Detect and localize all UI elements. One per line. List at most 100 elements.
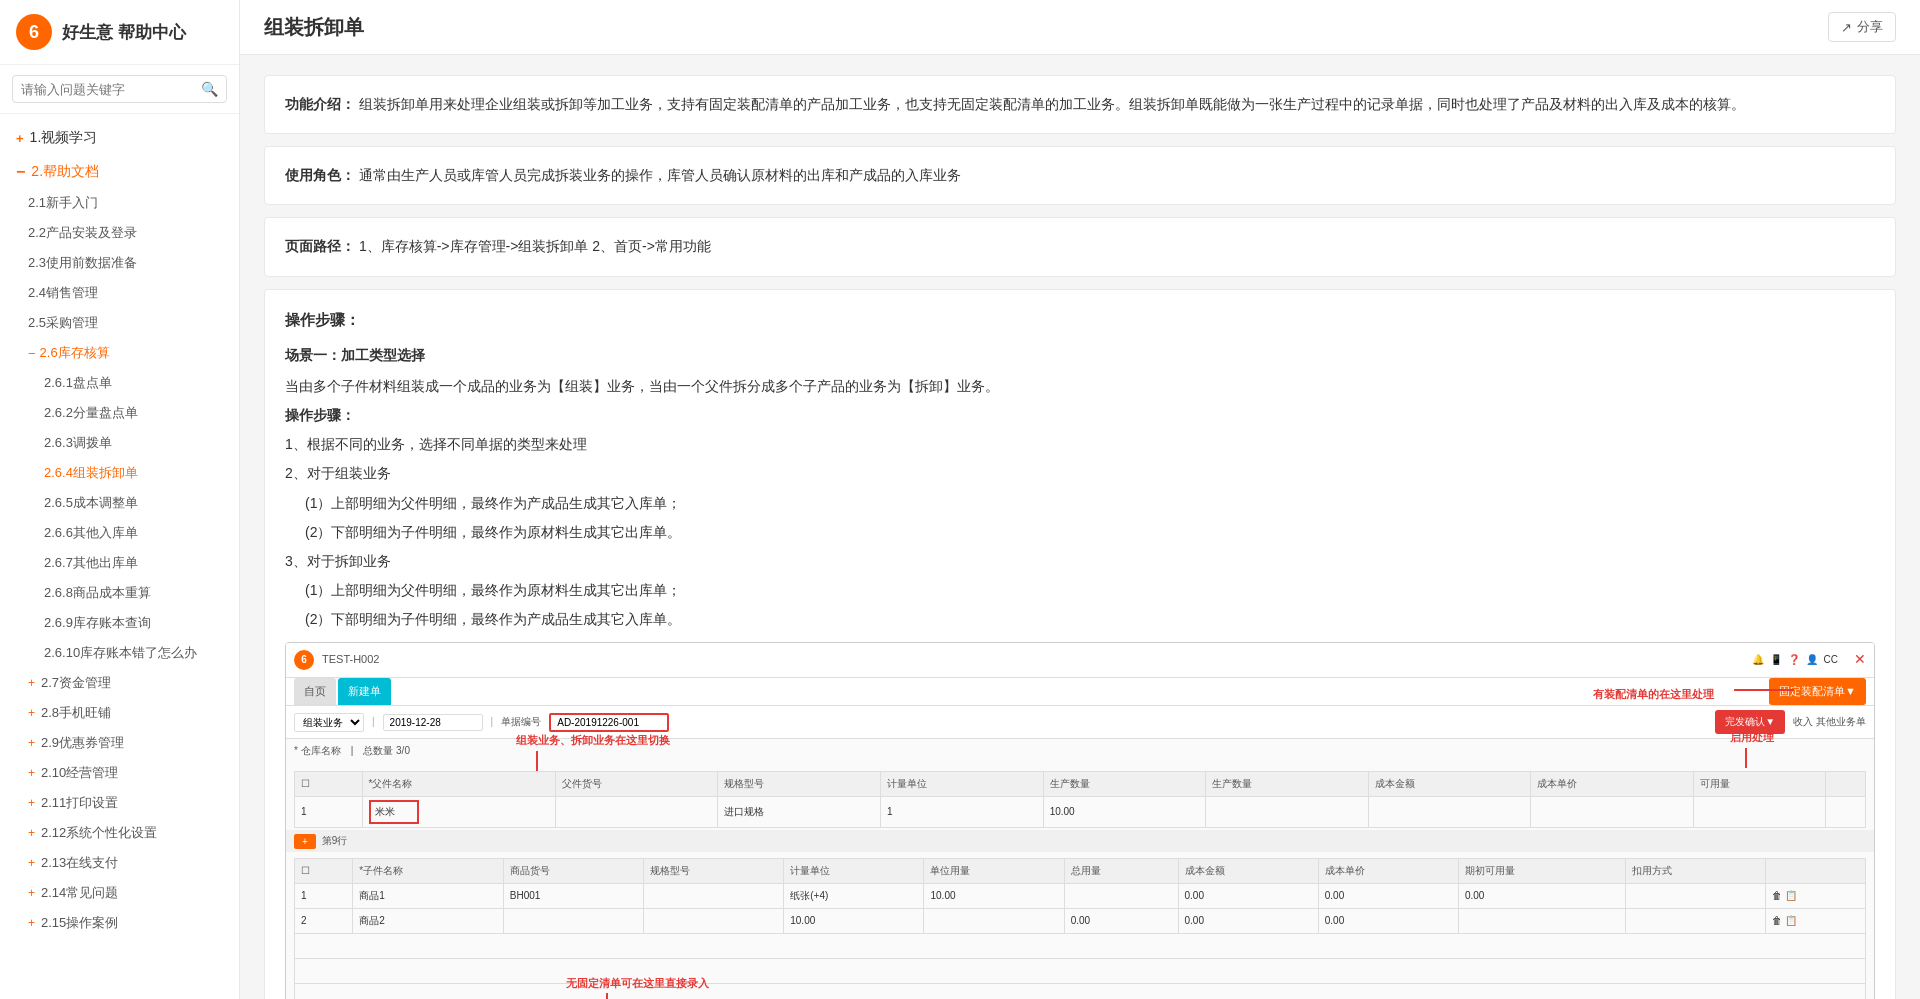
annotation-3-arrow	[1745, 748, 1747, 768]
share-button[interactable]: ↗ 分享	[1828, 12, 1896, 42]
sidebar-item-ops[interactable]: + 2.10经营管理	[28, 758, 239, 788]
role-block: 使用角色： 通常由生产人员或库管人员完成拆装业务的操作，库管人员确认原材料的出库…	[264, 146, 1896, 205]
mock-lower-table-area: ☐ *子件名称 商品货号 规格型号 计量单位 单位用量 总用量 成本金额 成本单	[286, 852, 1874, 999]
logo-icon: 6	[16, 14, 52, 50]
mock-col-cost-amt: 成本金额	[1368, 772, 1531, 797]
step2-1: (1）上部明细为父件明细，最终作为产成品生成其它入库单；	[285, 491, 1875, 516]
mock-close-icon[interactable]: ✕	[1854, 647, 1866, 672]
annotation-1-area: 有装配清单的在这里处理	[1593, 681, 1714, 706]
sidebar-item-sales[interactable]: 2.4销售管理	[28, 278, 239, 308]
sidebar-item-2-6-8[interactable]: 2.6.8商品成本重算	[44, 578, 239, 608]
func-intro-block: 功能介绍： 组装拆卸单用来处理企业组装或拆卸等加工业务，支持有固定装配清单的产品…	[264, 75, 1896, 134]
sidebar-item-faq[interactable]: + 2.14常见问题	[28, 878, 239, 908]
sidebar-item-inventory[interactable]: − 2.6库存核算	[28, 338, 239, 368]
mock-tab-home[interactable]: 自页	[294, 678, 336, 706]
sidebar-item-docs[interactable]: − 2.帮助文档	[0, 156, 239, 188]
mock-sep2: |	[491, 713, 494, 731]
mock-actions-text: 收入 其他业务单	[1793, 713, 1866, 731]
sidebar-item-2-6-7[interactable]: 2.6.7其他出库单	[44, 548, 239, 578]
mock-lower-col-name: *子件名称	[353, 859, 504, 884]
mock-logo: 6	[294, 650, 314, 670]
mock-divider: + 第9行	[286, 830, 1874, 852]
steps-block: 操作步骤： 场景一：加工类型选择 当由多个子件材料组装成一个成品的业务为【组装】…	[264, 289, 1896, 999]
mock-order-input[interactable]	[549, 713, 669, 732]
mock-system-label: TEST-H002	[322, 650, 379, 670]
mock-type-select[interactable]: 组装业务 拆卸业务	[294, 713, 364, 732]
sidebar-item-2-6-3[interactable]: 2.6.3调拨单	[44, 428, 239, 458]
step3-2: (2）下部明细为子件明细，最终作为产成品生成其它入库单。	[285, 607, 1875, 632]
sidebar-item-2-6-1[interactable]: 2.6.1盘点单	[44, 368, 239, 398]
sidebar-item-settings[interactable]: + 2.12系统个性化设置	[28, 818, 239, 848]
sidebar-item-2-6-2[interactable]: 2.6.2分量盘点单	[44, 398, 239, 428]
sidebar-item-finance[interactable]: + 2.7资金管理	[28, 668, 239, 698]
mock-cell-cost	[1368, 797, 1531, 828]
mock-cell-avail	[1694, 797, 1826, 828]
mock-sep: |	[372, 713, 375, 731]
plus-icon-mobile: +	[28, 706, 35, 720]
sidebar-item-video[interactable]: + 1.视频学习	[0, 122, 239, 154]
search-icon[interactable]: 🔍	[201, 81, 218, 97]
sidebar-item-label: 1.视频学习	[30, 129, 98, 147]
minus-icon-sub: −	[28, 346, 36, 361]
func-intro-label: 功能介绍：	[285, 96, 355, 112]
sidebar-item-install[interactable]: 2.2产品安装及登录	[28, 218, 239, 248]
mock-cell-check: 1	[295, 797, 363, 828]
sidebar-item-data-prep[interactable]: 2.3使用前数据准备	[28, 248, 239, 278]
mock-tab-new[interactable]: 新建单	[338, 678, 391, 706]
mock-lower-col-cost-unit: 成本单价	[1318, 859, 1458, 884]
steps-title: 操作步骤：	[285, 403, 1875, 428]
mock-header: 6 TEST-H002 🔔 📱 ❓ 👤 CC ✕	[286, 643, 1874, 677]
sidebar-item-cases[interactable]: + 2.15操作案例	[28, 908, 239, 938]
mock-icon-cc: CC	[1824, 651, 1838, 669]
sidebar-item-mobile[interactable]: + 2.8手机旺铺	[28, 698, 239, 728]
mock-upper-table-area: ☐ *父件名称 父件货号 规格型号 计量单位 生产数量 生产数量 成本金额 成本	[286, 763, 1874, 830]
step2: 2、对于组装业务	[285, 461, 1875, 486]
sidebar-item-2-6-9[interactable]: 2.6.9库存账本查询	[44, 608, 239, 638]
mock-col-prod-qty: 生产数量	[1043, 772, 1206, 797]
sidebar-item-2-6-10[interactable]: 2.6.10库存账本错了怎么办	[44, 638, 239, 668]
search-box: 🔍	[12, 75, 227, 103]
table-row: 1 商品1 BH001 纸张(+4) 10.00 0.00 0.00	[295, 884, 1866, 909]
mock-add-row-btn[interactable]: +	[294, 834, 316, 849]
share-label: 分享	[1857, 18, 1883, 36]
sidebar-item-2-6-6[interactable]: 2.6.6其他入库单	[44, 518, 239, 548]
mock-col-check: ☐	[295, 772, 363, 797]
annotation-4-arrow	[606, 993, 608, 999]
func-intro-text: 组装拆卸单用来处理企业组装或拆卸等加工业务，支持有固定装配清单的产品加工业务，也…	[359, 96, 1745, 112]
annotation-3-text: 启用处理	[1730, 728, 1774, 748]
annotation-2-area: 组装业务、拆卸业务在这里切换	[516, 731, 670, 771]
sidebar-item-2-6-4[interactable]: 2.6.4组装拆卸单	[44, 458, 239, 488]
mock-col-unit: 计量单位	[881, 772, 1044, 797]
screenshot-container: 6 TEST-H002 🔔 📱 ❓ 👤 CC ✕	[285, 642, 1875, 999]
table-row	[295, 984, 1866, 999]
plus-icon: +	[16, 131, 24, 146]
annotation-3-area: 启用处理	[1730, 728, 1774, 768]
mock-cell-action	[1826, 797, 1866, 828]
mock-col-cost-unit: 成本单价	[1531, 772, 1694, 797]
role-text: 通常由生产人员或库管人员完成拆装业务的操作，库管人员确认原材料的出库和产成品的入…	[359, 167, 961, 183]
scene1-label: 场景一：加工类型选择	[285, 343, 1875, 368]
plus-icon-payment: +	[28, 856, 35, 870]
mock-warehouse-label: * 仓库名称	[294, 742, 341, 760]
annotation-4-text: 无固定清单可在这里直接录入	[566, 974, 709, 994]
sidebar-item-payment[interactable]: + 2.13在线支付	[28, 848, 239, 878]
sidebar-item-purchase[interactable]: 2.5采购管理	[28, 308, 239, 338]
plus-icon-settings: +	[28, 826, 35, 840]
sidebar-item-2-6-5[interactable]: 2.6.5成本调整单	[44, 488, 239, 518]
plus-icon-coupon: +	[28, 736, 35, 750]
sidebar-item-coupon[interactable]: + 2.9优惠券管理	[28, 728, 239, 758]
mock-lower-col-method: 扣用方式	[1625, 859, 1765, 884]
sidebar-item-print-label: 2.11打印设置	[41, 794, 118, 812]
mock-date-input[interactable]	[383, 714, 483, 731]
plus-icon-faq: +	[28, 886, 35, 900]
sidebar: 6 好生意 帮助中心 🔍 + 1.视频学习 − 2.帮助文档 2.1新手入门 2…	[0, 0, 240, 999]
sidebar-item-print[interactable]: + 2.11打印设置	[28, 788, 239, 818]
mock-btn-fixedlist[interactable]: 固定装配清单▼	[1769, 678, 1866, 706]
sidebar-item-beginner[interactable]: 2.1新手入门	[28, 188, 239, 218]
search-input[interactable]	[21, 82, 201, 97]
table-row: 2 商品2 10.00 0.00 0.00 0.00	[295, 909, 1866, 934]
mock-icon-help: ❓	[1788, 651, 1800, 669]
sidebar-item-settings-label: 2.12系统个性化设置	[41, 824, 157, 842]
nav-sub-items-2-6: 2.6.1盘点单 2.6.2分量盘点单 2.6.3调拨单 2.6.4组装拆卸单 …	[28, 368, 239, 668]
table-row	[295, 959, 1866, 984]
